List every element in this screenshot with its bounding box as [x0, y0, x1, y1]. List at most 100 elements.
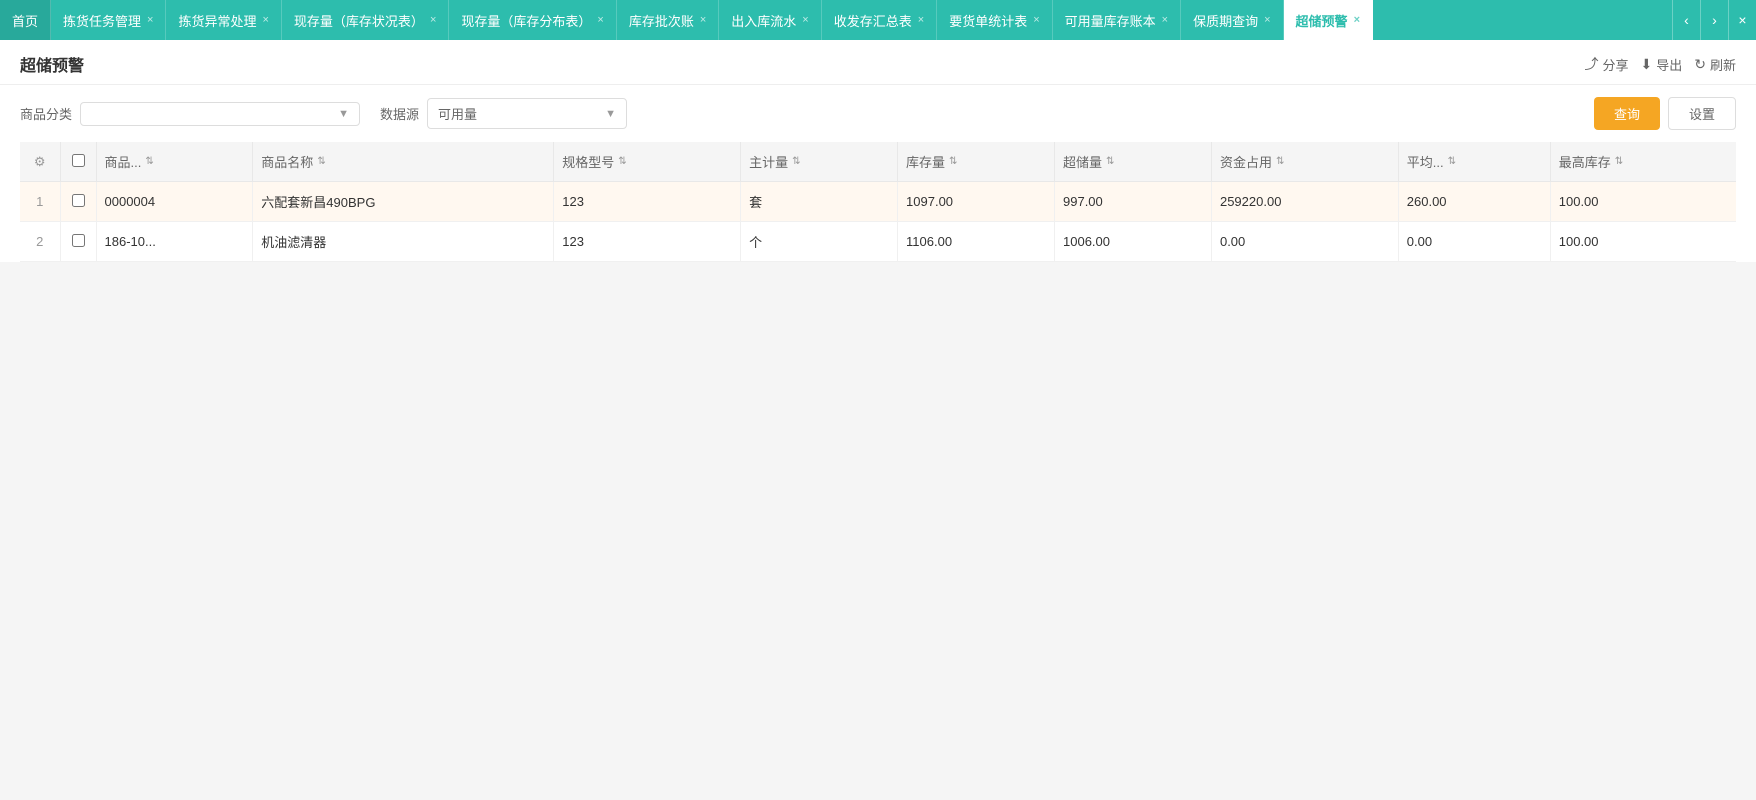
nav-close-3[interactable]: ×	[430, 14, 436, 26]
row-code-1: 186-10...	[96, 222, 253, 262]
th-overflow-sortable[interactable]: 超储量 ⇅	[1063, 152, 1203, 171]
th-maxstock-sortable[interactable]: 最高库存 ⇅	[1559, 152, 1728, 171]
datasource-value: 可用量	[438, 104, 477, 123]
nav-bar: 首页 拣货任务管理 × 拣货异常处理 × 现存量（库存状况表） × 现存量（库存…	[0, 0, 1756, 40]
sort-name-icon: ⇅	[317, 156, 325, 167]
nav-item-1[interactable]: 拣货任务管理 ×	[51, 0, 166, 40]
row-stock-0: 1097.00	[898, 182, 1055, 222]
page-header: 超储预警 ⤴ 分享 ⬇ 导出 ↻ 刷新	[0, 40, 1756, 85]
filter-datasource: 数据源 可用量 ▼	[380, 98, 627, 129]
nav-close-1[interactable]: ×	[147, 14, 153, 26]
th-capital-label: 资金占用	[1220, 152, 1272, 171]
th-maxstock: 最高库存 ⇅	[1550, 142, 1736, 182]
th-capital-sortable[interactable]: 资金占用 ⇅	[1220, 152, 1390, 171]
row-stock-1: 1106.00	[898, 222, 1055, 262]
sort-capital-icon: ⇅	[1276, 156, 1284, 167]
sort-stock-icon: ⇅	[949, 156, 957, 167]
nav-item-3[interactable]: 现存量（库存状况表） ×	[282, 0, 449, 40]
refresh-icon: ↻	[1694, 56, 1706, 73]
nav-label-3: 现存量（库存状况表）	[294, 11, 424, 30]
row-maxstock-1: 100.00	[1550, 222, 1736, 262]
th-overflow-label: 超储量	[1063, 152, 1102, 171]
th-stock-label: 库存量	[906, 152, 945, 171]
nav-item-2[interactable]: 拣货异常处理 ×	[166, 0, 281, 40]
row-num-1: 2	[20, 222, 60, 262]
nav-close-10[interactable]: ×	[1264, 14, 1270, 26]
row-spec-1: 123	[554, 222, 741, 262]
th-avg-sortable[interactable]: 平均... ⇅	[1407, 152, 1542, 171]
nav-item-11[interactable]: 超储预警 ×	[1284, 0, 1373, 40]
th-avg: 平均... ⇅	[1398, 142, 1550, 182]
sort-overflow-icon: ⇅	[1106, 156, 1114, 167]
category-arrow-icon: ▼	[338, 108, 349, 120]
nav-arrow-close[interactable]: ×	[1728, 0, 1756, 40]
th-name-sortable[interactable]: 商品名称 ⇅	[261, 152, 545, 171]
nav-label-10: 保质期查询	[1193, 11, 1258, 30]
nav-item-8[interactable]: 要货单统计表 ×	[937, 0, 1052, 40]
row-avg-1: 0.00	[1398, 222, 1550, 262]
row-select-0[interactable]	[72, 194, 85, 207]
row-overflow-1: 1006.00	[1055, 222, 1212, 262]
row-unit-0: 套	[741, 182, 898, 222]
row-checkbox-1	[60, 222, 96, 262]
th-stock-sortable[interactable]: 库存量 ⇅	[906, 152, 1046, 171]
query-button[interactable]: 查询	[1594, 97, 1660, 130]
row-overflow-0: 997.00	[1055, 182, 1212, 222]
nav-close-2[interactable]: ×	[262, 14, 268, 26]
th-name: 商品名称 ⇅	[253, 142, 554, 182]
th-spec: 规格型号 ⇅	[554, 142, 741, 182]
nav-item-5[interactable]: 库存批次账 ×	[617, 0, 719, 40]
nav-close-4[interactable]: ×	[597, 14, 603, 26]
settings-button[interactable]: 设置	[1668, 97, 1736, 130]
export-button[interactable]: ⬇ 导出	[1641, 55, 1683, 74]
th-unit: 主计量 ⇅	[741, 142, 898, 182]
gear-icon[interactable]: ⚙	[34, 154, 46, 169]
th-unit-sortable[interactable]: 主计量 ⇅	[749, 152, 889, 171]
nav-label-8: 要货单统计表	[949, 11, 1027, 30]
datasource-label: 数据源	[380, 104, 419, 123]
row-spec-0: 123	[554, 182, 741, 222]
th-unit-label: 主计量	[749, 152, 788, 171]
row-capital-0: 259220.00	[1211, 182, 1398, 222]
nav-label-11: 超储预警	[1296, 11, 1348, 30]
nav-item-7[interactable]: 收发存汇总表 ×	[822, 0, 937, 40]
row-unit-1: 个	[741, 222, 898, 262]
th-code-sortable[interactable]: 商品... ⇅	[105, 152, 245, 171]
header-actions: ⤴ 分享 ⬇ 导出 ↻ 刷新	[1584, 54, 1736, 74]
filter-category: 商品分类 ▼	[20, 102, 360, 126]
nav-label-7: 收发存汇总表	[834, 11, 912, 30]
th-spec-sortable[interactable]: 规格型号 ⇅	[562, 152, 732, 171]
export-icon: ⬇	[1641, 56, 1653, 73]
nav-item-10[interactable]: 保质期查询 ×	[1181, 0, 1283, 40]
nav-label-6: 出入库流水	[731, 11, 796, 30]
th-maxstock-label: 最高库存	[1559, 152, 1611, 171]
nav-close-6[interactable]: ×	[802, 14, 808, 26]
datasource-select[interactable]: 可用量 ▼	[427, 98, 627, 129]
row-name-1: 机油滤清器	[253, 222, 554, 262]
table-row: 2 186-10... 机油滤清器 123 个 1106.00 1006.00 …	[20, 222, 1736, 262]
nav-item-4[interactable]: 现存量（库存分布表） ×	[449, 0, 616, 40]
category-select[interactable]: ▼	[80, 102, 360, 126]
row-checkbox-0	[60, 182, 96, 222]
nav-close-7[interactable]: ×	[918, 14, 924, 26]
row-select-1[interactable]	[72, 234, 85, 247]
nav-arrow-left[interactable]: ‹	[1672, 0, 1700, 40]
nav-close-5[interactable]: ×	[700, 14, 706, 26]
nav-close-8[interactable]: ×	[1033, 14, 1039, 26]
th-gear: ⚙	[20, 142, 60, 182]
refresh-button[interactable]: ↻ 刷新	[1694, 55, 1736, 74]
sort-maxstock-icon: ⇅	[1615, 156, 1623, 167]
select-all-checkbox[interactable]	[72, 154, 85, 167]
export-label: 导出	[1656, 55, 1682, 74]
nav-close-11[interactable]: ×	[1354, 14, 1360, 26]
row-num-0: 1	[20, 182, 60, 222]
nav-item-9[interactable]: 可用量库存账本 ×	[1053, 0, 1181, 40]
table-container: ⚙ 商品... ⇅ 商品名称 ⇅	[0, 142, 1756, 262]
nav-item-6[interactable]: 出入库流水 ×	[719, 0, 821, 40]
nav-close-9[interactable]: ×	[1162, 14, 1168, 26]
sort-code-icon: ⇅	[145, 156, 153, 167]
nav-arrows: ‹ › ×	[1672, 0, 1756, 40]
share-button[interactable]: ⤴ 分享	[1584, 54, 1628, 74]
nav-item-home[interactable]: 首页	[0, 0, 51, 40]
nav-arrow-right[interactable]: ›	[1700, 0, 1728, 40]
